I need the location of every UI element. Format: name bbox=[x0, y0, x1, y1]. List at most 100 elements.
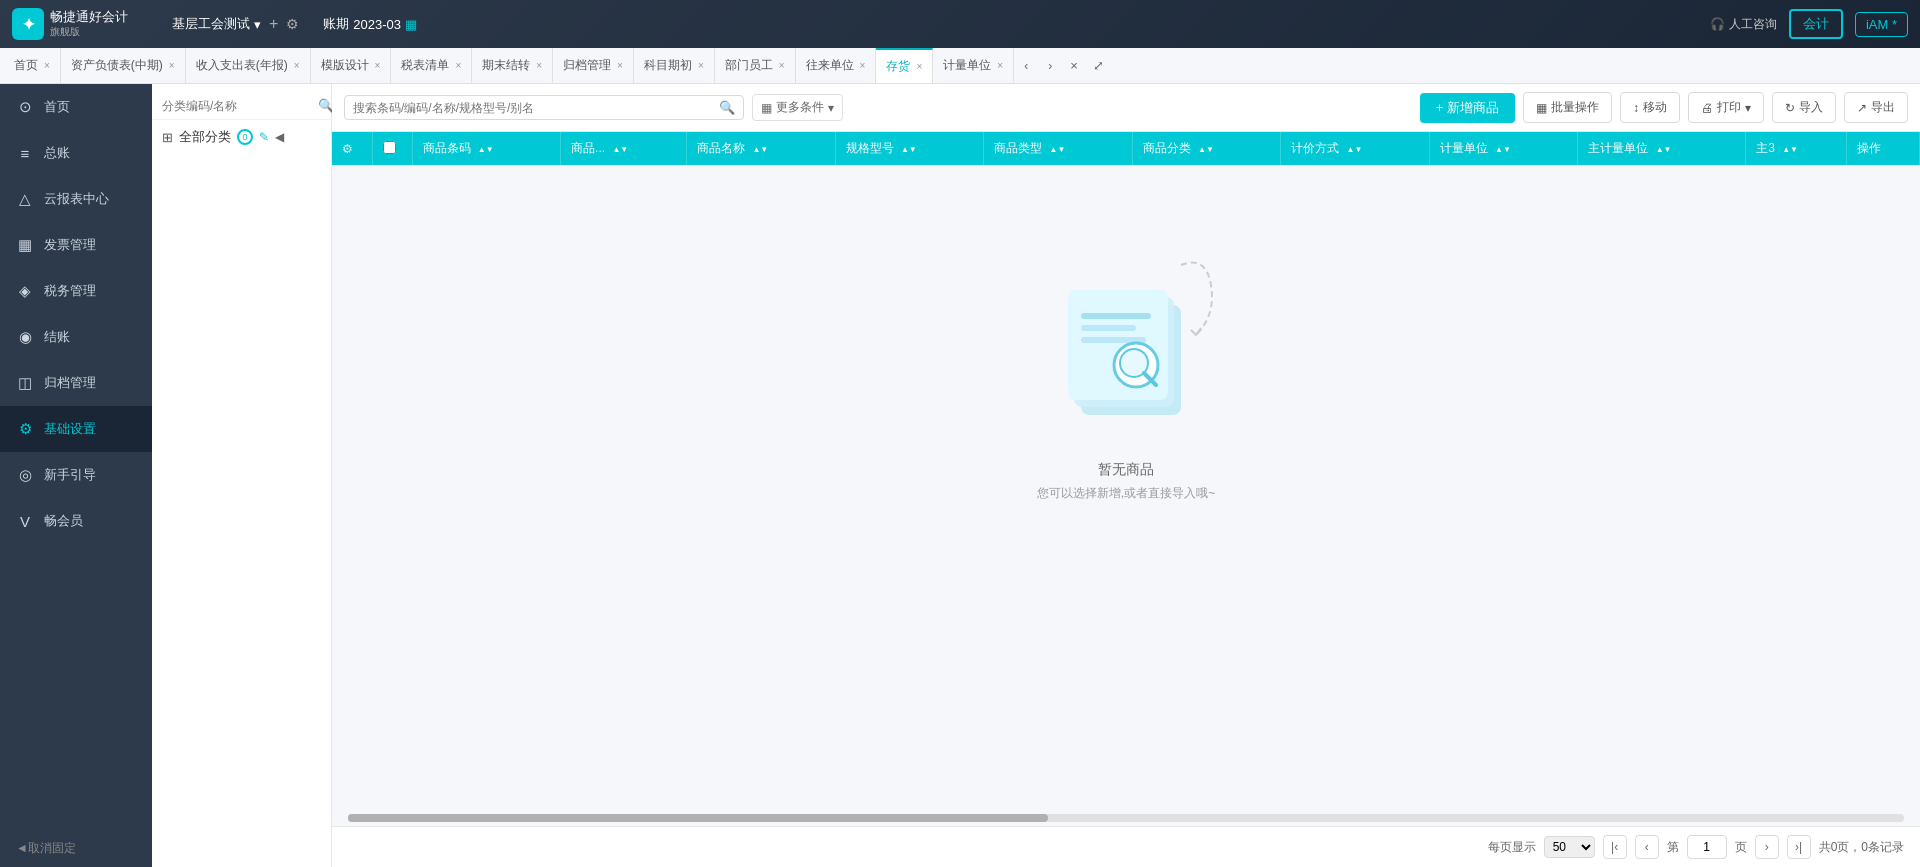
category-collapse-icon[interactable]: ◀ bbox=[275, 130, 284, 144]
close-tab-icon[interactable]: × bbox=[916, 61, 922, 72]
add-product-button[interactable]: + 新增商品 bbox=[1420, 93, 1515, 123]
iam-label[interactable]: iAM * bbox=[1855, 12, 1908, 37]
gear-icon[interactable]: ⚙ bbox=[286, 16, 299, 32]
th-spec[interactable]: 规格型号 ▲▼ bbox=[835, 132, 984, 165]
export-button[interactable]: ↗ 导出 bbox=[1844, 92, 1908, 123]
th-unit[interactable]: 计量单位 ▲▼ bbox=[1429, 132, 1578, 165]
sidebar-item-home[interactable]: ⊙ 首页 bbox=[0, 84, 152, 130]
content-area: 🔍 ⊞ 全部分类 0 ✎ ◀ 🔍 bbox=[152, 84, 1920, 867]
help-button[interactable]: 🎧 人工咨询 bbox=[1710, 16, 1777, 33]
tab-inventory[interactable]: 存货 × bbox=[876, 48, 933, 84]
close-tab-icon[interactable]: × bbox=[698, 60, 704, 71]
tab-close-all-button[interactable]: × bbox=[1062, 48, 1086, 84]
th-price-method[interactable]: 计价方式 ▲▼ bbox=[1281, 132, 1430, 165]
sidebar-label-close: 结账 bbox=[44, 328, 70, 346]
batch-operation-button[interactable]: ▦ 批量操作 bbox=[1523, 92, 1612, 123]
sidebar-label-guide: 新手引导 bbox=[44, 466, 96, 484]
move-icon: ↕ bbox=[1633, 101, 1639, 115]
th-barcode[interactable]: 商品条码 ▲▼ bbox=[412, 132, 561, 165]
empty-svg bbox=[1026, 245, 1226, 425]
sidebar-item-reports[interactable]: △ 云报表中心 bbox=[0, 176, 152, 222]
sidebar-label-home: 首页 bbox=[44, 98, 70, 116]
close-tab-icon[interactable]: × bbox=[455, 60, 461, 71]
print-button[interactable]: 🖨 打印 ▾ bbox=[1688, 92, 1764, 123]
th-checkbox[interactable] bbox=[372, 132, 412, 165]
plus-icon[interactable]: + bbox=[269, 15, 278, 33]
close-tab-icon[interactable]: × bbox=[860, 60, 866, 71]
table-container: ⚙ 商品条码 ▲▼ 商品... ▲▼ bbox=[332, 132, 1920, 810]
account-button[interactable]: 会计 bbox=[1789, 9, 1843, 39]
unpin-button[interactable]: ◄取消固定 bbox=[0, 830, 152, 867]
headset-icon: 🎧 bbox=[1710, 17, 1725, 31]
th-settings[interactable]: ⚙ bbox=[332, 132, 372, 165]
scrollbar-thumb[interactable] bbox=[348, 814, 1048, 822]
close-tab-icon[interactable]: × bbox=[779, 60, 785, 71]
tab-subject[interactable]: 科目期初 × bbox=[634, 48, 715, 84]
prev-page-button[interactable]: ‹ bbox=[1635, 835, 1659, 859]
th-category[interactable]: 商品分类 ▲▼ bbox=[1132, 132, 1281, 165]
more-filter-button[interactable]: ▦ 更多条件 ▾ bbox=[752, 94, 843, 121]
tab-next-button[interactable]: › bbox=[1038, 48, 1062, 84]
tab-template[interactable]: 模版设计 × bbox=[311, 48, 392, 84]
close-tab-icon[interactable]: × bbox=[44, 60, 50, 71]
sidebar-item-guide[interactable]: ◎ 新手引导 bbox=[0, 452, 152, 498]
tab-bar: 首页 × 资产负债表(中期) × 收入支出表(年报) × 模版设计 × 税表清单… bbox=[0, 48, 1920, 84]
close-tab-icon[interactable]: × bbox=[997, 60, 1003, 71]
sidebar-label-archive: 归档管理 bbox=[44, 374, 96, 392]
close-tab-icon[interactable]: × bbox=[617, 60, 623, 71]
close-tab-icon[interactable]: × bbox=[294, 60, 300, 71]
horizontal-scrollbar[interactable] bbox=[348, 814, 1904, 822]
sidebar-item-close[interactable]: ◉ 结账 bbox=[0, 314, 152, 360]
search-icon[interactable]: 🔍 bbox=[719, 100, 735, 115]
th-actions: 操作 bbox=[1847, 132, 1920, 165]
svg-rect-4 bbox=[1081, 325, 1136, 331]
close-tab-icon[interactable]: × bbox=[169, 60, 175, 71]
select-all-checkbox[interactable] bbox=[383, 141, 396, 154]
tab-balance[interactable]: 资产负债表(中期) × bbox=[61, 48, 186, 84]
export-icon: ↗ bbox=[1857, 101, 1867, 115]
product-search-input[interactable] bbox=[353, 101, 713, 115]
category-edit-icon[interactable]: ✎ bbox=[259, 130, 269, 144]
sort-icon: ▲▼ bbox=[1049, 145, 1065, 154]
close-tab-icon[interactable]: × bbox=[375, 60, 381, 71]
first-page-button[interactable]: |‹ bbox=[1603, 835, 1627, 859]
company-selector[interactable]: 基层工会测试 ▾ bbox=[172, 15, 261, 33]
logo-icon: ✦ bbox=[12, 8, 44, 40]
last-page-button[interactable]: ›| bbox=[1787, 835, 1811, 859]
app-name: 畅捷通好会计 bbox=[50, 9, 128, 25]
tab-contacts[interactable]: 往来单位 × bbox=[796, 48, 877, 84]
tab-archive[interactable]: 归档管理 × bbox=[553, 48, 634, 84]
tab-period-close[interactable]: 期末结转 × bbox=[472, 48, 553, 84]
sort-icon: ▲▼ bbox=[1495, 145, 1511, 154]
sidebar-item-ledger[interactable]: ≡ 总账 bbox=[0, 130, 152, 176]
sidebar-item-invoice[interactable]: ▦ 发票管理 bbox=[0, 222, 152, 268]
th-code[interactable]: 商品... ▲▼ bbox=[561, 132, 687, 165]
all-categories[interactable]: ⊞ 全部分类 0 ✎ ◀ bbox=[152, 120, 331, 154]
th-name[interactable]: 商品名称 ▲▼ bbox=[687, 132, 836, 165]
empty-illustration bbox=[1026, 245, 1226, 445]
tab-home[interactable]: 首页 × bbox=[4, 48, 61, 84]
tab-dept[interactable]: 部门员工 × bbox=[715, 48, 796, 84]
sidebar-item-tax[interactable]: ◈ 税务管理 bbox=[0, 268, 152, 314]
sidebar-item-settings[interactable]: ⚙ 基础设置 bbox=[0, 406, 152, 452]
th-type[interactable]: 商品类型 ▲▼ bbox=[984, 132, 1133, 165]
next-page-button[interactable]: › bbox=[1755, 835, 1779, 859]
close-tab-icon[interactable]: × bbox=[536, 60, 542, 71]
category-search-area: 🔍 bbox=[152, 92, 331, 120]
sidebar-item-member[interactable]: V 畅会员 bbox=[0, 498, 152, 544]
category-search-input[interactable] bbox=[162, 99, 312, 113]
import-button[interactable]: ↻ 导入 bbox=[1772, 92, 1836, 123]
tab-income[interactable]: 收入支出表(年报) × bbox=[186, 48, 311, 84]
tab-expand-button[interactable]: ⤢ bbox=[1086, 48, 1110, 84]
move-button[interactable]: ↕ 移动 bbox=[1620, 92, 1680, 123]
sidebar-item-archive[interactable]: ◫ 归档管理 bbox=[0, 360, 152, 406]
calendar-icon[interactable]: ▦ bbox=[405, 17, 417, 32]
tab-unit[interactable]: 计量单位 × bbox=[933, 48, 1014, 84]
tab-tax[interactable]: 税表清单 × bbox=[391, 48, 472, 84]
sidebar: ⊙ 首页 ≡ 总账 △ 云报表中心 ▦ 发票管理 ◈ 税务管理 ◉ 结账 ◫ 归… bbox=[0, 84, 152, 867]
th-main-unit[interactable]: 主计量单位 ▲▼ bbox=[1578, 132, 1746, 165]
th-col3[interactable]: 主3 ▲▼ bbox=[1746, 132, 1847, 165]
page-input[interactable] bbox=[1687, 835, 1727, 859]
tab-prev-button[interactable]: ‹ bbox=[1014, 48, 1038, 84]
per-page-select[interactable]: 50 10 20 100 bbox=[1544, 836, 1595, 858]
